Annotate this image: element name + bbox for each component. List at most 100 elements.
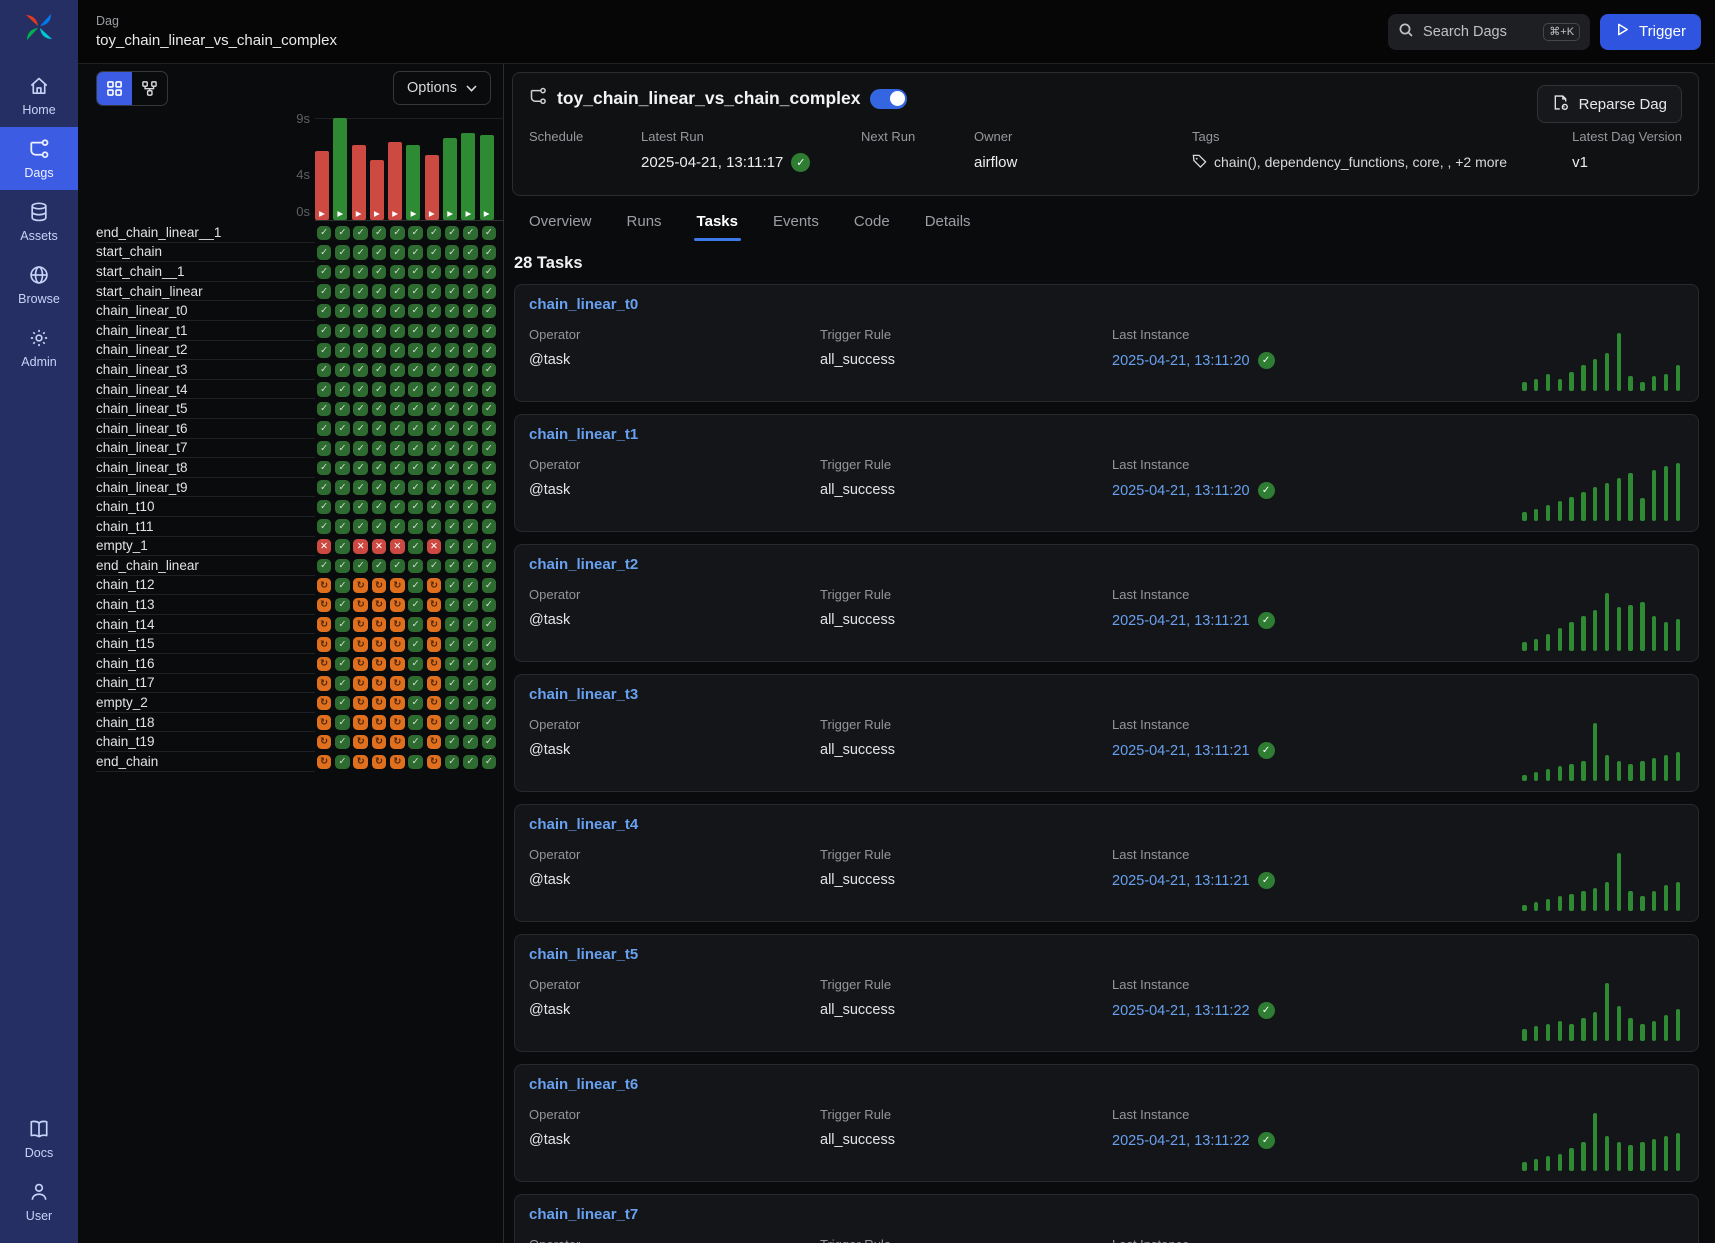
run-bar-success[interactable]: ▶ bbox=[333, 118, 347, 220]
status-success-icon[interactable]: ✓ bbox=[372, 363, 387, 378]
status-success-icon[interactable]: ✓ bbox=[335, 265, 350, 280]
last-instance-link[interactable]: 2025-04-21, 13:11:20 bbox=[1112, 483, 1250, 499]
status-success-icon[interactable]: ✓ bbox=[317, 245, 332, 260]
task-duration-sparkline[interactable] bbox=[1522, 979, 1680, 1041]
status-success-icon[interactable]: ✓ bbox=[317, 382, 332, 397]
status-success-icon[interactable]: ✓ bbox=[335, 304, 350, 319]
status-success-icon[interactable]: ✓ bbox=[390, 519, 405, 534]
status-success-icon[interactable]: ✓ bbox=[482, 480, 497, 495]
status-success-icon[interactable]: ✓ bbox=[353, 402, 368, 417]
task-name-link[interactable]: empty_1 bbox=[96, 537, 315, 557]
status-success-icon[interactable]: ✓ bbox=[390, 500, 405, 515]
status-success-icon[interactable]: ✓ bbox=[408, 637, 423, 652]
status-upstream-failed-icon[interactable]: ↻ bbox=[427, 617, 442, 632]
status-success-icon[interactable]: ✓ bbox=[427, 245, 442, 260]
status-upstream-failed-icon[interactable]: ↻ bbox=[390, 598, 405, 613]
status-success-icon[interactable]: ✓ bbox=[372, 461, 387, 476]
status-upstream-failed-icon[interactable]: ↻ bbox=[427, 735, 442, 750]
status-success-icon[interactable]: ✓ bbox=[372, 519, 387, 534]
status-success-icon[interactable]: ✓ bbox=[317, 343, 332, 358]
status-success-icon[interactable]: ✓ bbox=[317, 265, 332, 280]
task-name-link[interactable]: chain_linear_t5 bbox=[96, 399, 315, 419]
status-success-icon[interactable]: ✓ bbox=[482, 539, 497, 554]
status-success-icon[interactable]: ✓ bbox=[335, 441, 350, 456]
status-success-icon[interactable]: ✓ bbox=[335, 578, 350, 593]
status-upstream-failed-icon[interactable]: ↻ bbox=[317, 696, 332, 711]
status-success-icon[interactable]: ✓ bbox=[482, 696, 497, 711]
search-dags-input[interactable]: Search Dags ⌘+K bbox=[1388, 14, 1590, 50]
status-upstream-failed-icon[interactable]: ↻ bbox=[427, 676, 442, 691]
status-success-icon[interactable]: ✓ bbox=[427, 421, 442, 436]
task-name-link[interactable]: chain_linear_t3 bbox=[96, 360, 315, 380]
status-upstream-failed-icon[interactable]: ↻ bbox=[427, 755, 442, 770]
status-success-icon[interactable]: ✓ bbox=[445, 304, 460, 319]
status-success-icon[interactable]: ✓ bbox=[445, 500, 460, 515]
status-success-icon[interactable]: ✓ bbox=[390, 382, 405, 397]
status-success-icon[interactable]: ✓ bbox=[482, 755, 497, 770]
status-success-icon[interactable]: ✓ bbox=[372, 265, 387, 280]
task-name-link[interactable]: chain_t13 bbox=[96, 595, 315, 615]
status-success-icon[interactable]: ✓ bbox=[335, 284, 350, 299]
status-success-icon[interactable]: ✓ bbox=[408, 461, 423, 476]
status-success-icon[interactable]: ✓ bbox=[463, 539, 478, 554]
status-upstream-failed-icon[interactable]: ↻ bbox=[317, 578, 332, 593]
status-success-icon[interactable]: ✓ bbox=[408, 519, 423, 534]
status-success-icon[interactable]: ✓ bbox=[335, 363, 350, 378]
status-success-icon[interactable]: ✓ bbox=[372, 343, 387, 358]
status-success-icon[interactable]: ✓ bbox=[390, 421, 405, 436]
status-upstream-failed-icon[interactable]: ↻ bbox=[427, 696, 442, 711]
status-success-icon[interactable]: ✓ bbox=[482, 402, 497, 417]
status-upstream-failed-icon[interactable]: ↻ bbox=[427, 578, 442, 593]
status-success-icon[interactable]: ✓ bbox=[408, 617, 423, 632]
status-upstream-failed-icon[interactable]: ↻ bbox=[390, 676, 405, 691]
task-name-link[interactable]: end_chain_linear__1 bbox=[96, 223, 315, 243]
status-success-icon[interactable]: ✓ bbox=[463, 304, 478, 319]
status-upstream-failed-icon[interactable]: ↻ bbox=[390, 637, 405, 652]
run-bar-success[interactable]: ▶ bbox=[461, 133, 475, 220]
status-success-icon[interactable]: ✓ bbox=[390, 284, 405, 299]
status-success-icon[interactable]: ✓ bbox=[408, 441, 423, 456]
status-success-icon[interactable]: ✓ bbox=[390, 265, 405, 280]
status-success-icon[interactable]: ✓ bbox=[482, 284, 497, 299]
status-success-icon[interactable]: ✓ bbox=[445, 617, 460, 632]
status-success-icon[interactable]: ✓ bbox=[372, 559, 387, 574]
status-success-icon[interactable]: ✓ bbox=[482, 265, 497, 280]
status-success-icon[interactable]: ✓ bbox=[482, 578, 497, 593]
status-success-icon[interactable]: ✓ bbox=[353, 363, 368, 378]
status-success-icon[interactable]: ✓ bbox=[335, 676, 350, 691]
status-success-icon[interactable]: ✓ bbox=[482, 500, 497, 515]
task-name-link[interactable]: chain_linear_t9 bbox=[96, 478, 315, 498]
status-success-icon[interactable]: ✓ bbox=[353, 480, 368, 495]
task-duration-sparkline[interactable] bbox=[1522, 849, 1680, 911]
status-success-icon[interactable]: ✓ bbox=[353, 343, 368, 358]
status-success-icon[interactable]: ✓ bbox=[482, 363, 497, 378]
status-upstream-failed-icon[interactable]: ↻ bbox=[372, 735, 387, 750]
status-success-icon[interactable]: ✓ bbox=[445, 657, 460, 672]
task-duration-sparkline[interactable] bbox=[1522, 589, 1680, 651]
status-success-icon[interactable]: ✓ bbox=[317, 402, 332, 417]
task-name-link[interactable]: chain_linear_t2 bbox=[96, 341, 315, 361]
status-success-icon[interactable]: ✓ bbox=[445, 265, 460, 280]
status-success-icon[interactable]: ✓ bbox=[427, 559, 442, 574]
status-upstream-failed-icon[interactable]: ↻ bbox=[317, 637, 332, 652]
status-success-icon[interactable]: ✓ bbox=[463, 676, 478, 691]
status-success-icon[interactable]: ✓ bbox=[463, 284, 478, 299]
status-success-icon[interactable]: ✓ bbox=[335, 559, 350, 574]
status-success-icon[interactable]: ✓ bbox=[317, 363, 332, 378]
status-success-icon[interactable]: ✓ bbox=[445, 284, 460, 299]
tab-details[interactable]: Details bbox=[925, 213, 971, 241]
status-success-icon[interactable]: ✓ bbox=[482, 324, 497, 339]
status-success-icon[interactable]: ✓ bbox=[408, 676, 423, 691]
status-upstream-failed-icon[interactable]: ↻ bbox=[353, 696, 368, 711]
status-success-icon[interactable]: ✓ bbox=[463, 402, 478, 417]
status-success-icon[interactable]: ✓ bbox=[463, 617, 478, 632]
status-failed-icon[interactable]: ✕ bbox=[390, 539, 405, 554]
task-name-link[interactable]: chain_t16 bbox=[96, 654, 315, 674]
run-bar-failed[interactable]: ▶ bbox=[370, 160, 384, 220]
status-success-icon[interactable]: ✓ bbox=[408, 402, 423, 417]
status-success-icon[interactable]: ✓ bbox=[482, 715, 497, 730]
status-success-icon[interactable]: ✓ bbox=[463, 715, 478, 730]
status-success-icon[interactable]: ✓ bbox=[408, 657, 423, 672]
status-success-icon[interactable]: ✓ bbox=[482, 304, 497, 319]
task-name-link[interactable]: start_chain_linear bbox=[96, 282, 315, 302]
